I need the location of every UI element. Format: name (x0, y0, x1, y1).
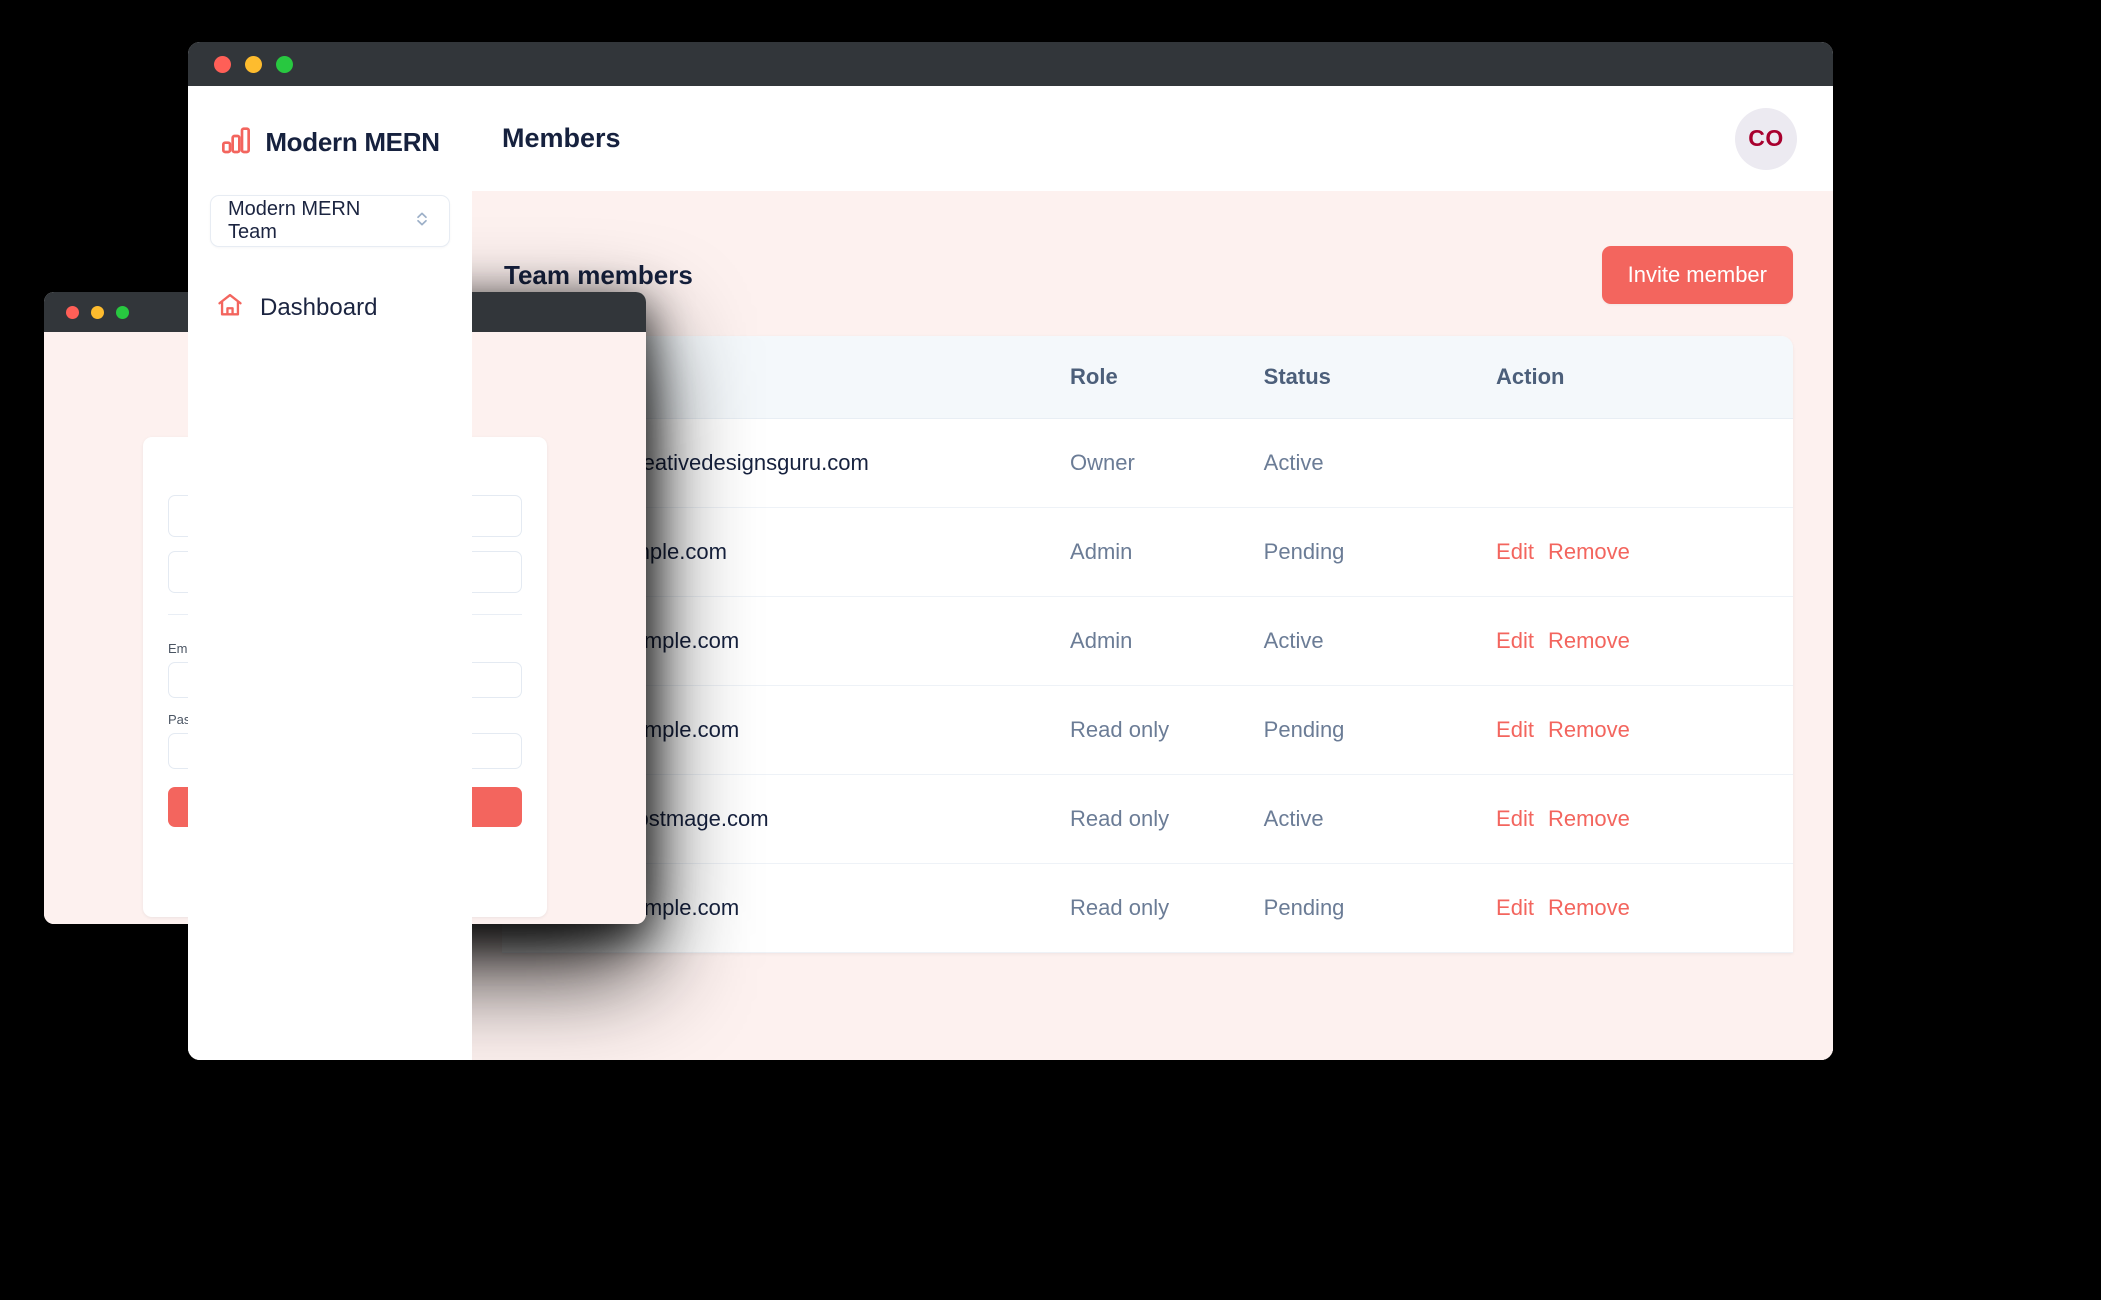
page-title: Members (502, 123, 621, 154)
avatar[interactable]: CO (1735, 108, 1797, 170)
members-table-head: Email Role Status Action (502, 336, 1793, 419)
chevron-updown-icon (412, 209, 432, 234)
members-section-header: Team members Invite member (502, 246, 1793, 304)
dashboard-body: Modern MERN Modern MERN Team (188, 86, 1833, 1060)
edit-link[interactable]: Edit (1496, 539, 1534, 564)
close-button[interactable] (214, 56, 231, 73)
close-button[interactable] (66, 306, 79, 319)
remove-link[interactable]: Remove (1548, 806, 1630, 831)
home-icon (216, 291, 244, 324)
members-table-body: contact@creativedesignsguru.comOwnerActi… (502, 419, 1793, 953)
members-content: Team members Invite member Email Role St… (472, 191, 1833, 1060)
sidebar-item-dashboard[interactable]: Dashboard (188, 281, 472, 334)
edit-link[interactable]: Edit (1496, 895, 1534, 920)
maximize-button[interactable] (116, 306, 129, 319)
cell-status: Pending (1264, 508, 1496, 597)
cell-role: Admin (1070, 597, 1264, 686)
table-row: user2@example.comAdminActiveEditRemove (502, 597, 1793, 686)
bar-chart-icon (220, 124, 252, 161)
remove-link[interactable]: Remove (1548, 539, 1630, 564)
cell-action: Edit Remove (1496, 508, 1793, 597)
column-header-status: Status (1264, 336, 1496, 419)
minimize-button[interactable] (245, 56, 262, 73)
dashboard-titlebar (188, 42, 1833, 86)
column-header-role: Role (1070, 336, 1264, 419)
sidebar-item-label: Dashboard (260, 294, 377, 322)
cell-status: Pending (1264, 686, 1496, 775)
cell-status: Active (1264, 419, 1496, 508)
cell-action: Edit Remove (1496, 775, 1793, 864)
main-area: Members CO Team members Invite member Em… (472, 86, 1833, 1060)
brand-name: Modern MERN (265, 127, 439, 158)
section-title: Team members (504, 260, 693, 291)
cell-status: Active (1264, 775, 1496, 864)
column-header-action: Action (1496, 336, 1793, 419)
sidebar-nav: Dashboard (188, 281, 472, 334)
table-row: user5@example.comRead onlyPendingEditRem… (502, 864, 1793, 953)
screenshot-stage: Modern MERN Modern MERN Team (0, 0, 2101, 1300)
table-row: contact@postmage.comRead onlyActiveEditR… (502, 775, 1793, 864)
table-row: user3@example.comRead onlyPendingEditRem… (502, 686, 1793, 775)
table-row: contact@creativedesignsguru.comOwnerActi… (502, 419, 1793, 508)
remove-link[interactable]: Remove (1548, 628, 1630, 653)
cell-action: Edit Remove (1496, 597, 1793, 686)
cell-role: Read only (1070, 864, 1264, 953)
team-selector-value: Modern MERN Team (228, 198, 412, 244)
maximize-button[interactable] (276, 56, 293, 73)
cell-role: Read only (1070, 775, 1264, 864)
sidebar: Modern MERN Modern MERN Team (188, 86, 472, 1060)
cell-role: Read only (1070, 686, 1264, 775)
table-row: user@example.comAdminPendingEditRemove (502, 508, 1793, 597)
remove-link[interactable]: Remove (1548, 717, 1630, 742)
cell-action (1496, 419, 1793, 508)
cell-status: Pending (1264, 864, 1496, 953)
team-selector[interactable]: Modern MERN Team (210, 195, 450, 247)
cell-status: Active (1264, 597, 1496, 686)
cell-role: Admin (1070, 508, 1264, 597)
cell-action: Edit Remove (1496, 686, 1793, 775)
remove-link[interactable]: Remove (1548, 895, 1630, 920)
dashboard-window: Modern MERN Modern MERN Team (188, 42, 1833, 1060)
edit-link[interactable]: Edit (1496, 717, 1534, 742)
members-table-card: Email Role Status Action contact@creativ… (502, 336, 1793, 953)
cell-action: Edit Remove (1496, 864, 1793, 953)
edit-link[interactable]: Edit (1496, 806, 1534, 831)
edit-link[interactable]: Edit (1496, 628, 1534, 653)
members-table: Email Role Status Action contact@creativ… (502, 336, 1793, 953)
minimize-button[interactable] (91, 306, 104, 319)
topbar: Members CO (472, 86, 1833, 191)
cell-role: Owner (1070, 419, 1264, 508)
table-header-row: Email Role Status Action (502, 336, 1793, 419)
sidebar-brand: Modern MERN (188, 124, 472, 161)
invite-member-button[interactable]: Invite member (1602, 246, 1793, 304)
